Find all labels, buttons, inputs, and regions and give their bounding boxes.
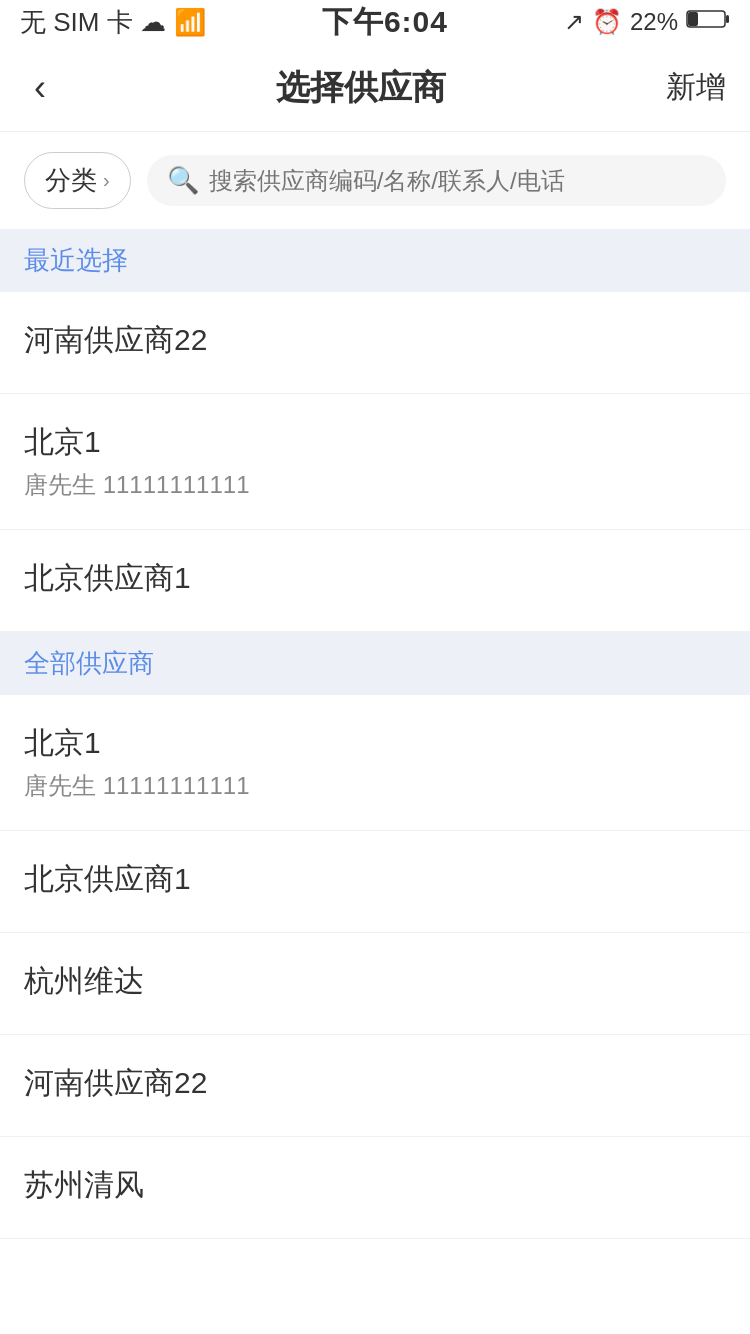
status-right: ↗ ⏰ 22% [564,8,730,36]
list-item[interactable]: 北京供应商1 [0,530,750,632]
search-input[interactable] [209,167,706,195]
item-name: 河南供应商22 [24,1063,726,1104]
location-icon: ↗ [564,8,584,36]
svg-rect-1 [688,12,698,26]
recent-items-list: 河南供应商22 北京1 唐先生 11111111111 北京供应商1 [0,292,750,632]
item-sub: 唐先生 11111111111 [24,770,726,802]
list-item[interactable]: 河南供应商22 [0,1035,750,1137]
status-time: 下午6:04 [322,2,448,43]
all-items-list: 北京1 唐先生 11111111111 北京供应商1 杭州维达河南供应商22 苏州清风 [0,695,750,1239]
list-item[interactable]: 苏州清风 [0,1137,750,1239]
item-name: 苏州清风 [24,1165,726,1206]
status-left: 无 SIM 卡 ☁ 📶 [20,5,206,40]
sim-status: 无 SIM 卡 ☁ [20,5,166,40]
add-button[interactable]: 新增 [666,67,726,108]
battery-level: 22% [630,8,678,36]
recent-section-header: 最近选择 [0,229,750,292]
item-name: 北京供应商1 [24,558,726,599]
item-name: 北京供应商1 [24,859,726,900]
list-item[interactable]: 北京1 唐先生 11111111111 [0,394,750,530]
list-item[interactable]: 杭州维达 [0,933,750,1035]
back-button[interactable]: ‹ [24,57,56,119]
list-item[interactable]: 北京供应商1 [0,831,750,933]
wifi-icon: 📶 [174,7,206,38]
filter-bar: 分类 › 🔍 [0,132,750,229]
category-button[interactable]: 分类 › [24,152,131,209]
search-icon: 🔍 [167,165,199,196]
item-name: 河南供应商22 [24,320,726,361]
search-bar: 🔍 [147,155,726,206]
item-name: 杭州维达 [24,961,726,1002]
all-section-header: 全部供应商 [0,632,750,695]
alarm-icon: ⏰ [592,8,622,36]
nav-bar: ‹ 选择供应商 新增 [0,44,750,132]
svg-rect-2 [726,15,729,23]
category-label: 分类 [45,163,97,198]
page-title: 选择供应商 [276,65,446,111]
chevron-right-icon: › [103,169,110,192]
battery-icon [686,8,730,36]
list-item[interactable]: 北京1 唐先生 11111111111 [0,695,750,831]
list-item[interactable]: 河南供应商22 [0,292,750,394]
status-bar: 无 SIM 卡 ☁ 📶 下午6:04 ↗ ⏰ 22% [0,0,750,44]
item-name: 北京1 [24,723,726,764]
item-name: 北京1 [24,422,726,463]
item-sub: 唐先生 11111111111 [24,469,726,501]
